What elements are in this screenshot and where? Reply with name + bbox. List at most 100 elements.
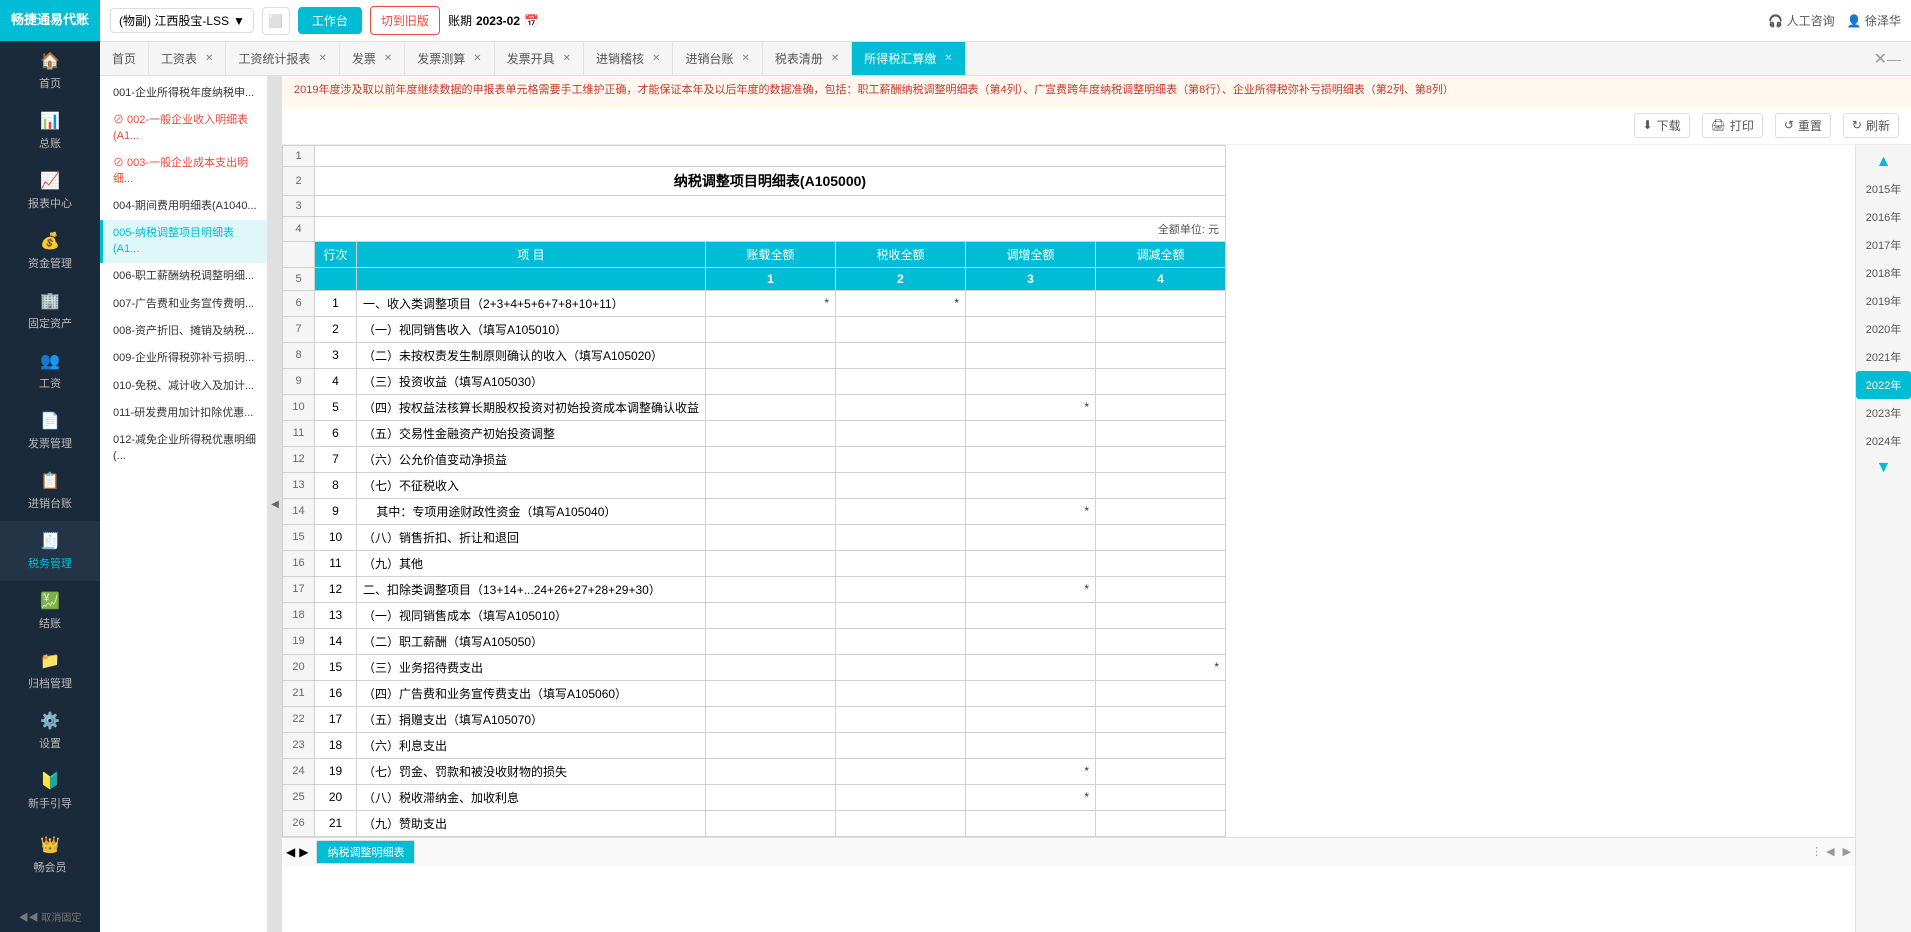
year-nav-up[interactable]: ▲ — [1872, 149, 1896, 175]
tab-invoice-issue[interactable]: 发票开具 ✕ — [495, 42, 584, 75]
xiangmu-cell[interactable]: （二）未按权责发生制原则确认的收入（填写A105020） — [357, 342, 706, 368]
tab-salary[interactable]: 工资表 ✕ — [149, 42, 226, 75]
xiangmu-cell[interactable]: （一）视同销售成本（填写A105010） — [357, 602, 706, 628]
year-item-2015[interactable]: 2015年 — [1856, 175, 1911, 203]
year-item-2023[interactable]: 2023年 — [1856, 399, 1911, 427]
tab-close-icon[interactable]: ✕ — [652, 53, 660, 64]
c4-cell[interactable] — [1096, 290, 1226, 316]
xiangmu-cell[interactable]: （四）按权益法核算长期股权投资对初始投资成本调整确认收益 — [357, 394, 706, 420]
c2-cell[interactable] — [836, 706, 966, 732]
c2-cell[interactable] — [836, 628, 966, 654]
sidebar-item-invoice[interactable]: 📄 发票管理 — [0, 401, 100, 461]
c4-cell[interactable] — [1096, 576, 1226, 602]
hangci-cell[interactable]: 6 — [315, 420, 357, 446]
c2-cell[interactable] — [836, 602, 966, 628]
hangci-cell[interactable]: 4 — [315, 368, 357, 394]
sidebar-item-salary[interactable]: 👥 工资 — [0, 341, 100, 401]
hangci-cell[interactable]: 15 — [315, 654, 357, 680]
xiangmu-cell[interactable]: （八）销售折扣、折让和退回 — [357, 524, 706, 550]
c1-cell[interactable] — [706, 472, 836, 498]
tab-sales-check[interactable]: 进销稽核 ✕ — [584, 42, 673, 75]
year-item-2019[interactable]: 2019年 — [1856, 287, 1911, 315]
left-panel-item-011[interactable]: 011-研发费用加计扣除优惠... — [100, 400, 267, 427]
tab-close-icon[interactable]: ✕ — [563, 53, 571, 64]
left-panel-item-007[interactable]: 007-广告费和业务宣传费明... — [100, 291, 267, 318]
xiangmu-cell[interactable]: 其中：专项用途财政性资金（填写A105040） — [357, 498, 706, 524]
xiangmu-cell[interactable]: （九）赞助支出 — [357, 810, 706, 836]
sidebar-item-assets[interactable]: 🏢 固定资产 — [0, 281, 100, 341]
hangci-cell[interactable]: 3 — [315, 342, 357, 368]
c1-cell[interactable] — [706, 368, 836, 394]
c1-cell[interactable] — [706, 758, 836, 784]
c2-cell[interactable]: * — [836, 290, 966, 316]
sidebar-item-member[interactable]: 👑 畅会员 — [0, 825, 100, 885]
hangci-cell[interactable]: 17 — [315, 706, 357, 732]
hangci-cell[interactable]: 10 — [315, 524, 357, 550]
sidebar-item-guide[interactable]: 🔰 新手引导 — [0, 761, 100, 821]
left-panel-item-003[interactable]: ⊘ 003-一般企业成本支出明细... — [100, 150, 267, 193]
hangci-cell[interactable]: 9 — [315, 498, 357, 524]
year-item-2018[interactable]: 2018年 — [1856, 259, 1911, 287]
c4-cell[interactable] — [1096, 784, 1226, 810]
tab-invoice-calc[interactable]: 发票测算 ✕ — [405, 42, 494, 75]
spreadsheet-container[interactable]: 1 2 纳税调整项目明细表(A105000) 3 — [282, 145, 1855, 932]
c1-cell[interactable] — [706, 394, 836, 420]
c4-cell[interactable] — [1096, 524, 1226, 550]
user-btn[interactable]: 👤 徐泽华 — [1847, 12, 1901, 29]
c2-cell[interactable] — [836, 498, 966, 524]
hangci-cell[interactable]: 21 — [315, 810, 357, 836]
c1-cell[interactable]: * — [706, 290, 836, 316]
left-panel-item-001[interactable]: 001-企业所得税年度纳税申... — [100, 80, 267, 107]
c1-cell[interactable] — [706, 706, 836, 732]
nav-right-icon[interactable]: ▶ — [299, 845, 308, 859]
copy-icon-btn[interactable]: ⬜ — [262, 7, 290, 35]
c2-cell[interactable] — [836, 576, 966, 602]
c2-cell[interactable] — [836, 550, 966, 576]
xiangmu-cell[interactable]: （六）公允价值变动净损益 — [357, 446, 706, 472]
c3-cell[interactable] — [966, 290, 1096, 316]
tab-salary-stat[interactable]: 工资统计报表 ✕ — [226, 42, 339, 75]
c4-cell[interactable]: * — [1096, 654, 1226, 680]
xiangmu-cell[interactable]: 二、扣除类调整项目（13+14+...24+26+27+28+29+30） — [357, 576, 706, 602]
c2-cell[interactable] — [836, 368, 966, 394]
c3-cell[interactable]: * — [966, 498, 1096, 524]
tab-close-icon[interactable]: ✕ — [944, 53, 952, 64]
left-panel-item-004[interactable]: 004-期间费用明细表(A1040... — [100, 193, 267, 220]
tab-close-icon[interactable]: ✕ — [318, 53, 326, 64]
c4-cell[interactable] — [1096, 420, 1226, 446]
sidebar-item-archive[interactable]: 📁 归档管理 — [0, 641, 100, 701]
c3-cell[interactable] — [966, 342, 1096, 368]
c2-cell[interactable] — [836, 524, 966, 550]
c1-cell[interactable] — [706, 550, 836, 576]
c2-cell[interactable] — [836, 342, 966, 368]
hangci-cell[interactable]: 5 — [315, 394, 357, 420]
download-button[interactable]: ⬇ 下载 — [1634, 113, 1690, 138]
hangci-cell[interactable]: 19 — [315, 758, 357, 784]
c1-cell[interactable] — [706, 446, 836, 472]
year-item-2022[interactable]: 2022年 — [1856, 371, 1911, 399]
c1-cell[interactable] — [706, 784, 836, 810]
c3-cell[interactable] — [966, 654, 1096, 680]
sidebar-item-closing[interactable]: 💹 结账 — [0, 581, 100, 641]
c3-cell[interactable]: * — [966, 394, 1096, 420]
c3-cell[interactable] — [966, 524, 1096, 550]
hangci-cell[interactable]: 12 — [315, 576, 357, 602]
c4-cell[interactable] — [1096, 342, 1226, 368]
c3-cell[interactable] — [966, 680, 1096, 706]
tab-income-tax[interactable]: 所得税汇算缴 ✕ — [852, 42, 965, 75]
c1-cell[interactable] — [706, 628, 836, 654]
old-version-button[interactable]: 切到旧版 — [370, 6, 440, 35]
sidebar-item-ledger[interactable]: 📊 总账 — [0, 101, 100, 161]
c2-cell[interactable] — [836, 784, 966, 810]
left-panel-item-006[interactable]: 006-职工薪酬纳税调整明细... — [100, 263, 267, 290]
c1-cell[interactable] — [706, 316, 836, 342]
c3-cell[interactable] — [966, 316, 1096, 342]
c1-cell[interactable] — [706, 524, 836, 550]
c3-cell[interactable] — [966, 446, 1096, 472]
c4-cell[interactable] — [1096, 550, 1226, 576]
xiangmu-cell[interactable]: （九）其他 — [357, 550, 706, 576]
c4-cell[interactable] — [1096, 498, 1226, 524]
c1-cell[interactable] — [706, 654, 836, 680]
hangci-cell[interactable]: 8 — [315, 472, 357, 498]
c2-cell[interactable] — [836, 654, 966, 680]
